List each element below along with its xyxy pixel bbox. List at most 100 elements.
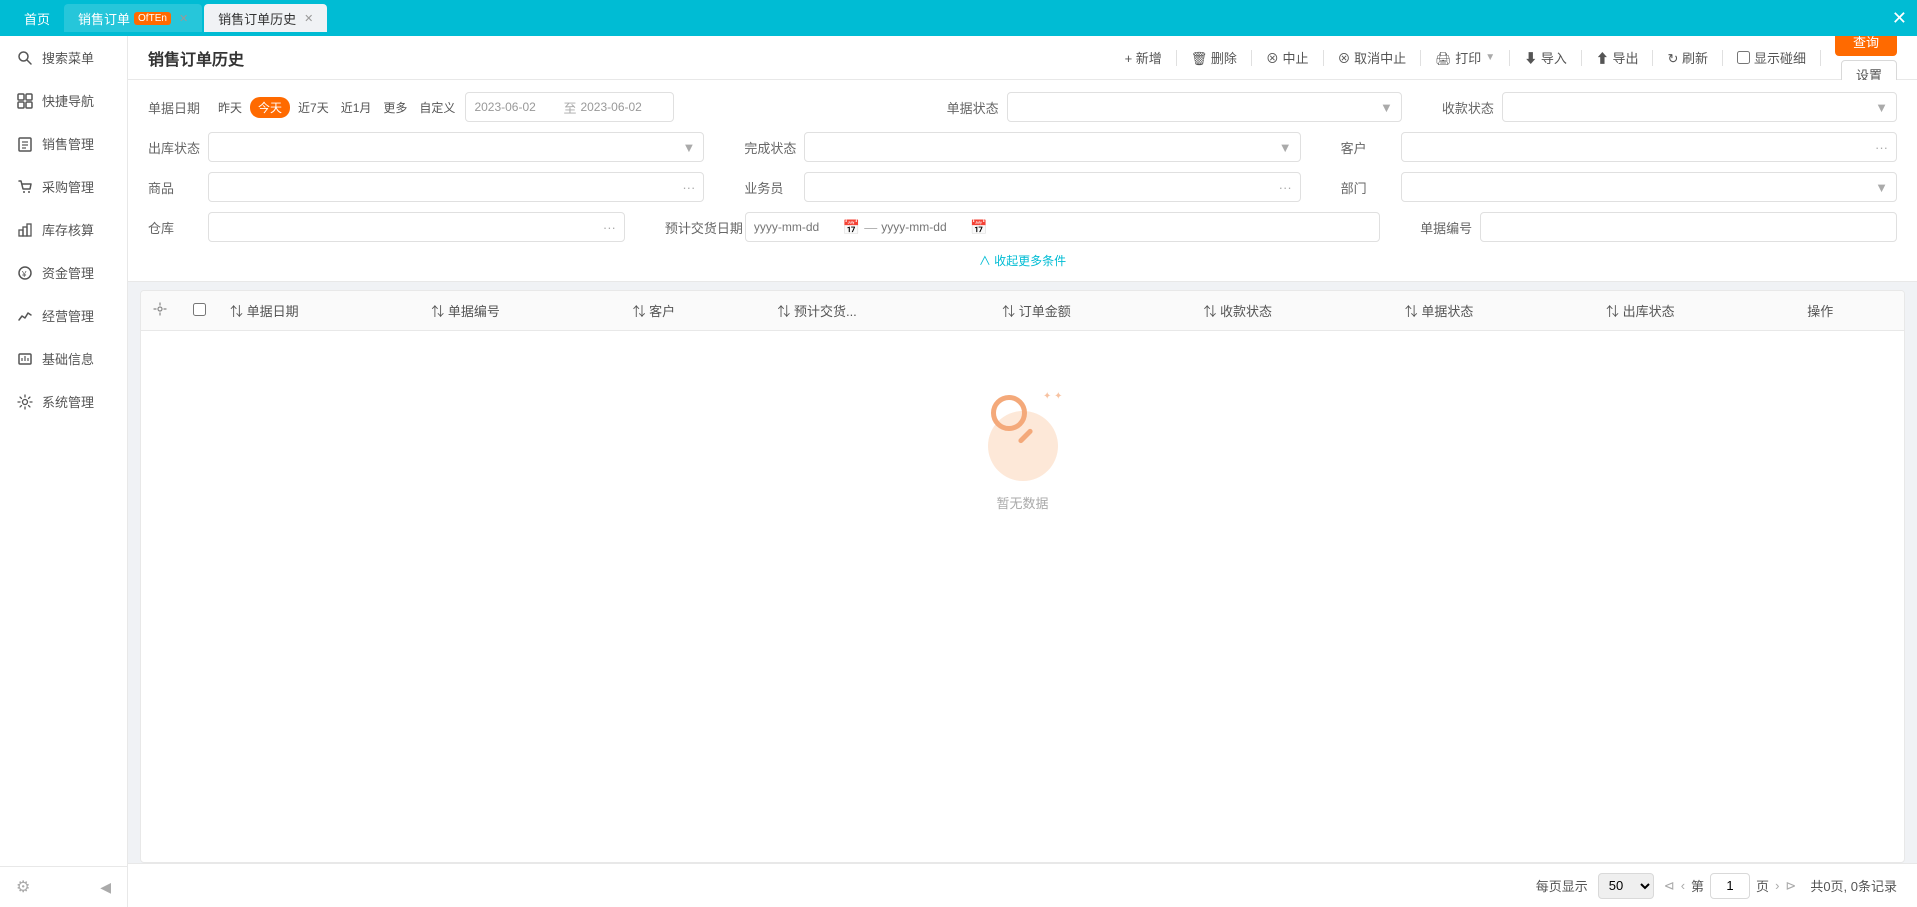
th-date[interactable]: ⇅ 单据日期	[218, 291, 419, 331]
th-expected-delivery[interactable]: ⇅ 预计交货...	[765, 291, 990, 331]
sidebar-item-search[interactable]: 搜索菜单	[0, 36, 127, 79]
receipt-status-input[interactable]	[1511, 100, 1875, 115]
th-check[interactable]	[181, 291, 218, 331]
date-tag-more[interactable]: 更多	[379, 97, 411, 118]
outbound-status-input[interactable]	[217, 140, 682, 155]
page-number-input[interactable]	[1710, 873, 1750, 899]
department-dropdown-icon[interactable]: ▼	[1875, 180, 1888, 195]
sidebar-item-stock[interactable]: 库存核算	[0, 208, 127, 251]
cancel-stop-button[interactable]: ⊗ 取消中止	[1338, 48, 1407, 67]
department-control: ▼	[1401, 172, 1897, 202]
sidebar-item-quicknav[interactable]: 快捷导航	[0, 79, 127, 122]
receipt-status-dropdown-icon[interactable]: ▼	[1875, 100, 1888, 115]
sidebar-item-finance[interactable]: ¥ 资金管理	[0, 251, 127, 294]
filter-receipt-status: 收款状态 ▼	[1442, 92, 1897, 122]
product-dots[interactable]: ···	[682, 180, 695, 195]
th-outbound-status-label: ⇅ 出库状态	[1606, 304, 1675, 319]
expected-delivery-from[interactable]	[754, 220, 839, 234]
print-button[interactable]: 🖨 打印 ▼	[1435, 48, 1495, 67]
display-cols-input[interactable]	[1737, 51, 1750, 64]
filter-area: 单据日期 昨天 今天 近7天 近1月 更多 自定义 至	[128, 80, 1917, 282]
department-input[interactable]	[1410, 180, 1875, 195]
completion-status-input[interactable]	[813, 140, 1278, 155]
product-input[interactable]	[217, 180, 678, 195]
delete-button[interactable]: 🗑 删除	[1191, 48, 1237, 67]
salesperson-input[interactable]	[813, 180, 1274, 195]
department-label: 部门	[1341, 178, 1401, 197]
th-bill-status[interactable]: ⇅ 单据状态	[1393, 291, 1594, 331]
date-range: 至	[465, 92, 674, 122]
tab-home[interactable]: 首页	[10, 9, 64, 28]
th-number-label: ⇅ 单据编号	[431, 304, 500, 319]
customer-control: ···	[1401, 132, 1897, 162]
outbound-status-control: ▼	[208, 132, 704, 162]
date-to-input[interactable]	[580, 100, 665, 114]
tab-sales-order[interactable]: 销售订单 OfTEn ✕	[64, 4, 202, 32]
date-separator: 至	[563, 98, 576, 117]
completion-status-dropdown-icon[interactable]: ▼	[1279, 140, 1292, 155]
bill-status-control: ▼	[1007, 92, 1402, 122]
sidebar-item-system[interactable]: 系统管理	[0, 380, 127, 423]
first-page-button[interactable]: ⊲	[1664, 878, 1675, 894]
expected-delivery-range: 📅 — 📅	[745, 212, 1380, 242]
sidebar-item-purchase[interactable]: 采购管理	[0, 165, 127, 208]
import-button[interactable]: ⬇ 导入	[1524, 48, 1567, 67]
th-settings[interactable]	[141, 291, 181, 331]
bill-status-dropdown-icon[interactable]: ▼	[1380, 100, 1393, 115]
th-receipt-status[interactable]: ⇅ 收款状态	[1191, 291, 1392, 331]
collapse-button[interactable]: ∧ 收起更多条件	[148, 252, 1897, 269]
new-button[interactable]: + 新增	[1125, 48, 1162, 67]
th-order-amount[interactable]: ⇅ 订单金额	[990, 291, 1191, 331]
search-icon	[16, 49, 34, 67]
quicknav-icon	[16, 92, 34, 110]
date-from-input[interactable]	[474, 100, 559, 114]
th-customer[interactable]: ⇅ 客户	[621, 291, 766, 331]
warehouse-dots[interactable]: ···	[603, 220, 616, 235]
date-tag-custom[interactable]: 自定义	[415, 97, 459, 118]
customer-input[interactable]	[1410, 140, 1871, 155]
select-all-checkbox[interactable]	[193, 303, 206, 316]
last-page-button[interactable]: ⊳	[1785, 878, 1796, 894]
bill-number-input[interactable]	[1489, 220, 1888, 235]
export-button[interactable]: ⬆ 导出	[1596, 48, 1639, 67]
empty-illustration: ✦ ✦	[973, 391, 1073, 481]
salesperson-dots[interactable]: ···	[1279, 180, 1292, 195]
outbound-status-dropdown-icon[interactable]: ▼	[682, 140, 695, 155]
bill-number-label: 单据编号	[1420, 218, 1480, 237]
sidebar-settings-icon[interactable]: ⚙	[16, 877, 30, 897]
per-page-select[interactable]: 50 10 20 100	[1598, 873, 1654, 899]
warehouse-input[interactable]	[217, 220, 599, 235]
stop-button[interactable]: ⊗ 中止	[1266, 48, 1309, 67]
query-button[interactable]: 查询	[1835, 36, 1897, 56]
print-dropdown-icon[interactable]: ▼	[1485, 52, 1495, 63]
refresh-button[interactable]: ↻ 刷新	[1667, 48, 1708, 67]
next-page-button[interactable]: ›	[1775, 878, 1779, 893]
filter-salesperson: 业务员 ···	[744, 172, 1300, 202]
customer-dots[interactable]: ···	[1875, 140, 1888, 155]
bill-status-input[interactable]	[1016, 100, 1380, 115]
sidebar-item-operation[interactable]: 经营管理	[0, 294, 127, 337]
filter-row-1: 单据日期 昨天 今天 近7天 近1月 更多 自定义 至	[148, 92, 1897, 122]
delivery-to-calendar-icon[interactable]: 📅	[970, 219, 987, 236]
sidebar-collapse-icon[interactable]: ◀	[100, 879, 111, 896]
date-tag-1month[interactable]: 近1月	[337, 97, 376, 118]
date-tag-yesterday[interactable]: 昨天	[214, 97, 246, 118]
tab-sales-order-history[interactable]: 销售订单历史 ✕	[204, 4, 327, 32]
th-number[interactable]: ⇅ 单据编号	[419, 291, 620, 331]
display-cols-checkbox[interactable]: 显示碰细	[1737, 48, 1806, 67]
th-outbound-status[interactable]: ⇅ 出库状态	[1594, 291, 1795, 331]
purchase-icon	[16, 178, 34, 196]
delivery-from-calendar-icon[interactable]: 📅	[843, 219, 860, 236]
window-close-button[interactable]: ✕	[1892, 8, 1907, 29]
tab-sales-order-close[interactable]: ✕	[179, 12, 188, 25]
tab-sales-order-history-close[interactable]: ✕	[304, 12, 313, 25]
sidebar-item-operation-label: 经营管理	[42, 306, 94, 325]
sidebar-item-base[interactable]: 基础信息	[0, 337, 127, 380]
filter-row-2: 出库状态 ▼ 完成状态 ▼ 客户	[148, 132, 1897, 162]
sidebar-item-sales[interactable]: 销售管理	[0, 122, 127, 165]
date-tag-7days[interactable]: 近7天	[294, 97, 333, 118]
expected-delivery-to[interactable]	[881, 220, 966, 234]
date-tag-today[interactable]: 今天	[250, 97, 290, 118]
prev-page-button[interactable]: ‹	[1681, 878, 1685, 893]
salesperson-control: ···	[804, 172, 1300, 202]
